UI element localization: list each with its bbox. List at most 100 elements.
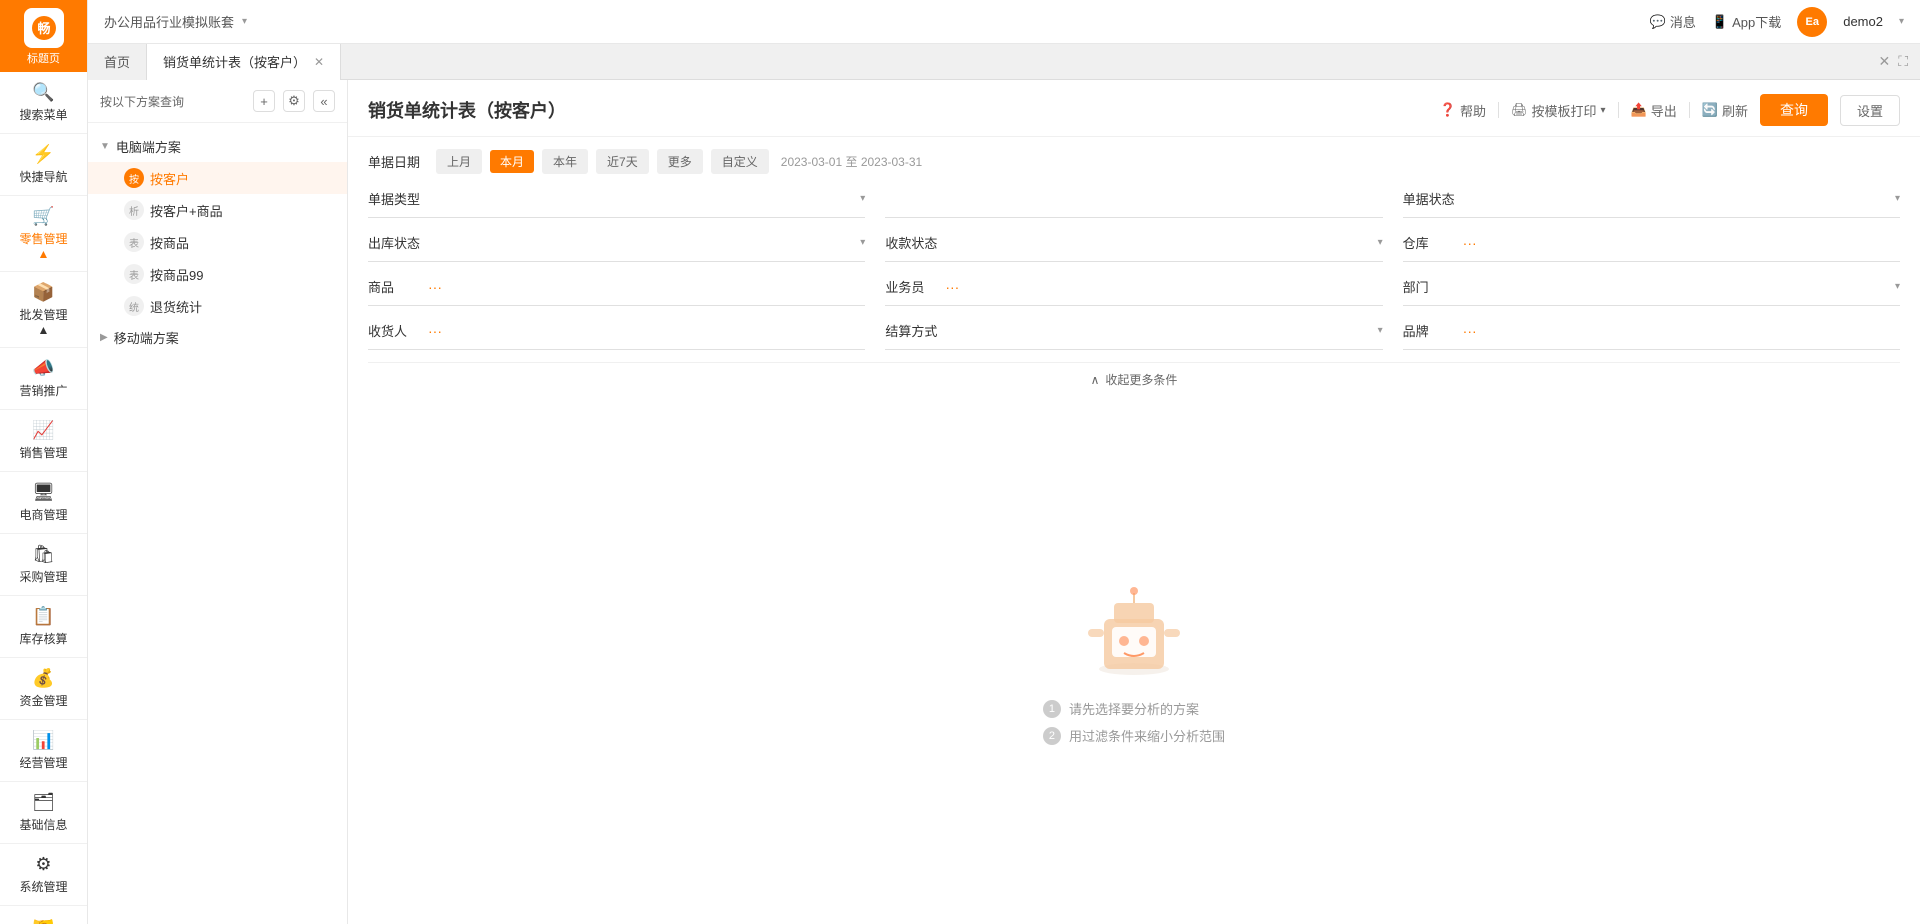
filter-doc-type: 单据类型 ▾: [368, 186, 865, 218]
tree-group-mobile: ▶ 移动端方案: [88, 322, 347, 353]
template-print-dropdown-icon[interactable]: ▾: [1601, 105, 1606, 116]
filter-goods: 商品 ···: [368, 274, 865, 306]
recipient-dots[interactable]: ···: [428, 323, 442, 339]
date-more[interactable]: 更多: [657, 149, 703, 174]
ecommerce-label: 电商管理: [19, 506, 67, 523]
warehouse-dots[interactable]: ···: [1463, 235, 1477, 251]
system-icon: ⚙: [35, 854, 51, 875]
salesperson-dots[interactable]: ···: [945, 279, 959, 295]
tree-item-customer-goods[interactable]: 析 按客户+商品: [88, 194, 347, 226]
search-button[interactable]: 查询: [1760, 94, 1828, 126]
sidebar-item-operations[interactable]: 📊 经营管理: [0, 720, 87, 782]
date-last-7[interactable]: 近7天: [596, 149, 649, 174]
purchase-label: 采购管理: [19, 568, 67, 585]
tab-sales-stats-close[interactable]: ✕: [314, 55, 324, 69]
sidebar-item-inventory[interactable]: 📋 库存核算: [0, 596, 87, 658]
sidebar-search[interactable]: 🔍 搜索菜单: [0, 72, 87, 134]
recipient-label: 收货人: [368, 321, 428, 340]
header-left: 办公用品行业模拟账套 ▾: [104, 12, 247, 31]
tab-sales-stats-label: 销货单统计表（按客户）: [163, 52, 306, 71]
tree-group-mobile-header[interactable]: ▶ 移动端方案: [88, 322, 347, 353]
doc-type-dropdown-icon[interactable]: ▾: [860, 193, 865, 204]
brand-dots[interactable]: ···: [1463, 323, 1477, 339]
tip-num-2: 2: [1043, 727, 1061, 745]
settings-scheme-button[interactable]: ⚙: [283, 90, 305, 112]
date-last-month[interactable]: 上月: [436, 149, 482, 174]
sidebar-item-enterprise[interactable]: 🤝 企业协同: [0, 906, 87, 924]
filter-payment: 收款状态 ▾: [885, 230, 1382, 262]
header-right: 💬 消息 📱 App下载 Ea demo2 ▾: [1650, 7, 1904, 37]
sidebar-item-purchase[interactable]: 🛍 采购管理: [0, 534, 87, 596]
date-custom[interactable]: 自定义: [711, 149, 769, 174]
tab-sales-stats[interactable]: 销货单统计表（按客户） ✕: [147, 44, 341, 80]
collapse-bar[interactable]: ∧ 收起更多条件: [368, 362, 1900, 396]
print-icon: 🖨: [1511, 102, 1528, 118]
avatar[interactable]: Ea: [1797, 7, 1827, 37]
department-dropdown-icon[interactable]: ▾: [1895, 281, 1900, 292]
doc-type-value: ▾: [428, 193, 865, 204]
goods-label: 商品: [368, 277, 428, 296]
export-button[interactable]: 📤 导出: [1631, 101, 1677, 120]
refresh-label: 刷新: [1722, 101, 1748, 120]
tree-item-goods-99[interactable]: 表 按商品99: [88, 258, 347, 290]
doc-status-dropdown-icon[interactable]: ▾: [1895, 193, 1900, 204]
filter-row-3: 商品 ··· 业务员 ··· 部门 ▾: [368, 274, 1900, 306]
message-icon: 💬: [1650, 14, 1666, 30]
goods-99-label: 按商品99: [150, 265, 203, 284]
top-header: 办公用品行业模拟账套 ▾ 💬 消息 📱 App下载 Ea demo2 ▾: [88, 0, 1920, 44]
stock-out-label: 出库状态: [368, 233, 428, 252]
tab-home[interactable]: 首页: [88, 44, 147, 80]
enterprise-icon: 🤝: [32, 916, 54, 924]
tree-group-mobile-label: 移动端方案: [114, 328, 179, 347]
app-title: 办公用品行业模拟账套: [104, 12, 234, 31]
tree-group-pc-header[interactable]: ▼ 电脑端方案: [88, 131, 347, 162]
template-print-button[interactable]: 🖨 按模板打印 ▾: [1511, 101, 1606, 120]
app-download-button[interactable]: 📱 App下载: [1712, 12, 1781, 31]
sidebar-item-finance[interactable]: 💰 资金管理: [0, 658, 87, 720]
sidebar-item-basic[interactable]: 🗂 基础信息: [0, 782, 87, 844]
settings-button[interactable]: 设置: [1840, 95, 1900, 126]
sidebar-quick-nav[interactable]: ⚡ 快捷导航: [0, 134, 87, 196]
system-label: 系统管理: [19, 878, 67, 895]
tree-item-by-goods[interactable]: 表 按商品: [88, 226, 347, 258]
collapse-panel-button[interactable]: «: [313, 90, 335, 112]
sidebar-item-wholesale[interactable]: 📦 批发管理 ▲: [0, 272, 87, 348]
template-print-label: 按模板打印: [1532, 101, 1597, 120]
tip-1-text: 请先选择要分析的方案: [1069, 699, 1199, 718]
user-name[interactable]: demo2: [1843, 14, 1883, 29]
add-scheme-button[interactable]: +: [253, 90, 275, 112]
payment-dropdown-icon[interactable]: ▾: [1378, 237, 1383, 248]
sidebar-item-sales[interactable]: 📈 销售管理: [0, 410, 87, 472]
refresh-button[interactable]: 🔄 刷新: [1702, 101, 1748, 120]
goods-dots[interactable]: ···: [428, 279, 442, 295]
date-label: 单据日期: [368, 152, 428, 171]
by-goods-label: 按商品: [150, 233, 189, 252]
refresh-icon: 🔄: [1702, 102, 1718, 118]
tree-item-by-customer[interactable]: 按 按客户: [88, 162, 347, 194]
message-button[interactable]: 💬 消息: [1650, 12, 1696, 31]
doc-status-label: 单据状态: [1403, 189, 1463, 208]
filter-row-2: 出库状态 ▾ 收款状态 ▾ 仓库 ···: [368, 230, 1900, 262]
sidebar-item-marketing[interactable]: 📣 营销推广: [0, 348, 87, 410]
stock-out-dropdown-icon[interactable]: ▾: [860, 237, 865, 248]
logo-icon: 畅: [24, 8, 64, 48]
app-title-dropdown-icon[interactable]: ▾: [242, 16, 247, 27]
tab-expand[interactable]: ✕ ⛶: [1866, 53, 1920, 70]
retail-arrow: ▲: [38, 247, 50, 261]
date-this-year[interactable]: 本年: [542, 149, 588, 174]
date-this-month[interactable]: 本月: [490, 150, 534, 173]
avatar-text: Ea: [1805, 16, 1818, 28]
divider1: [1498, 102, 1499, 118]
tree-item-returns[interactable]: 统 退货统计: [88, 290, 347, 322]
app-download-label: App下载: [1732, 12, 1781, 31]
sidebar-item-ecommerce[interactable]: 🖥 电商管理: [0, 472, 87, 534]
tree-group-pc-label: 电脑端方案: [116, 137, 181, 156]
help-icon: ❓: [1440, 102, 1456, 118]
settlement-dropdown-icon[interactable]: ▾: [1378, 325, 1383, 336]
sidebar-item-system[interactable]: ⚙ 系统管理: [0, 844, 87, 906]
user-dropdown-icon[interactable]: ▾: [1899, 16, 1904, 27]
empty-tips: 1 请先选择要分析的方案 2 用过滤条件来缩小分析范围: [1043, 699, 1225, 753]
help-button[interactable]: ❓ 帮助: [1440, 101, 1486, 120]
doc-type-label: 单据类型: [368, 189, 428, 208]
sidebar-item-retail[interactable]: 🛒 零售管理 ▲: [0, 196, 87, 272]
